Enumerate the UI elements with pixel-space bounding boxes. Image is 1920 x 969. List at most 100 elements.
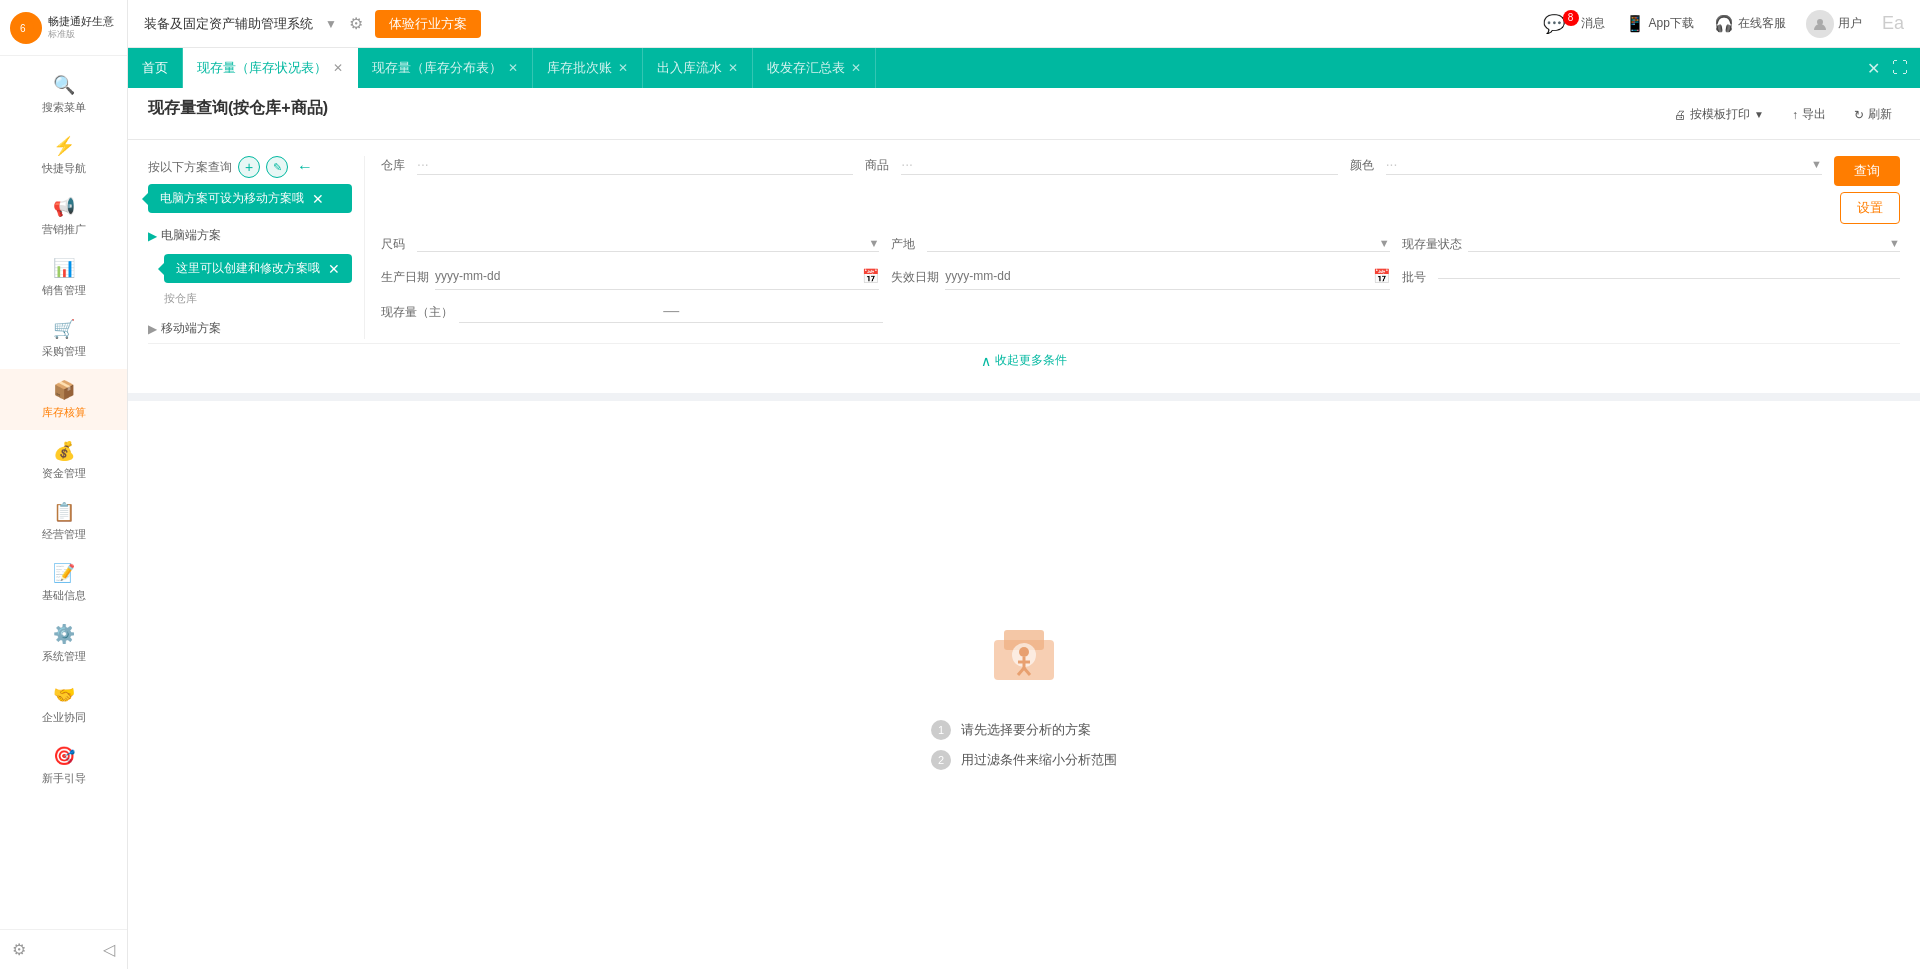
- trial-btn[interactable]: 体验行业方案: [375, 10, 481, 38]
- app-logo: 6 畅捷通好生意 标准版: [0, 0, 127, 56]
- scheme-item-mobile[interactable]: ▶ 移动端方案: [148, 318, 352, 339]
- stock-status-label: 现存量状态: [1402, 236, 1462, 253]
- tab-inventory-status[interactable]: 现存量（库存状况表） ✕: [183, 48, 358, 88]
- logo-text: 畅捷通好生意: [48, 14, 114, 28]
- collapse-sidebar-icon[interactable]: ◁: [103, 940, 115, 959]
- settings-btn[interactable]: ⚙: [349, 14, 363, 33]
- headset-icon: 🎧: [1714, 14, 1734, 33]
- sidebar-item-label: 资金管理: [42, 466, 86, 481]
- tab-close-icon[interactable]: ✕: [508, 61, 518, 75]
- main-area: 装备及固定资产辅助管理系统 ▼ ⚙ 体验行业方案 💬 8 消息 📱 App下载 …: [128, 0, 1920, 969]
- tab-label: 现存量（库存状况表）: [197, 59, 327, 77]
- sidebar-item-guide[interactable]: 🎯 新手引导: [0, 735, 127, 796]
- scheme-tooltip2: 这里可以创建和修改方案哦 ✕: [164, 254, 352, 283]
- tooltip-close-btn[interactable]: ✕: [312, 191, 324, 207]
- sidebar-item-ops[interactable]: 📋 经营管理: [0, 491, 127, 552]
- query-btn[interactable]: 查询: [1834, 156, 1900, 186]
- sidebar-item-marketing[interactable]: 📢 营销推广: [0, 186, 127, 247]
- sidebar-item-system[interactable]: ⚙️ 系统管理: [0, 613, 127, 674]
- sidebar-item-label: 采购管理: [42, 344, 86, 359]
- color-dots[interactable]: ···: [1386, 156, 1398, 172]
- reset-btn[interactable]: 设置: [1840, 192, 1900, 224]
- tab-close-icon[interactable]: ✕: [851, 61, 861, 75]
- refresh-btn[interactable]: ↻ 刷新: [1846, 102, 1900, 127]
- filter-scheme-label: 按以下方案查询: [148, 159, 232, 176]
- collapse-bar[interactable]: ∧ 收起更多条件: [148, 343, 1900, 377]
- add-scheme-btn[interactable]: +: [238, 156, 260, 178]
- tab-home[interactable]: 首页: [128, 48, 183, 88]
- tab-close-icon[interactable]: ✕: [728, 61, 738, 75]
- settings-icon[interactable]: ⚙: [12, 940, 26, 959]
- size-chevron[interactable]: ▼: [868, 237, 879, 249]
- tab-batch[interactable]: 库存批次账 ✕: [533, 48, 643, 88]
- tooltip2-close-btn[interactable]: ✕: [328, 261, 340, 277]
- avatar: [1806, 10, 1834, 38]
- close-all-tabs-icon[interactable]: ✕: [1863, 55, 1884, 82]
- header-left: 装备及固定资产辅助管理系统 ▼ ⚙ 体验行业方案: [144, 10, 481, 38]
- edit-scheme-btn[interactable]: ✎: [266, 156, 288, 178]
- app-download-btn[interactable]: 📱 App下载: [1625, 14, 1694, 33]
- tab-home-label: 首页: [142, 59, 168, 77]
- step2-text: 用过滤条件来缩小分析范围: [961, 751, 1117, 769]
- sidebar-item-purchase[interactable]: 🛒 采购管理: [0, 308, 127, 369]
- search-icon: 🔍: [53, 74, 75, 96]
- sidebar-item-collab[interactable]: 🤝 企业协同: [0, 674, 127, 735]
- tab-close-icon[interactable]: ✕: [618, 61, 628, 75]
- logo-icon: 6: [10, 12, 42, 44]
- color-chevron[interactable]: ▼: [1811, 158, 1822, 170]
- tabs-bar: 首页 现存量（库存状况表） ✕ 现存量（库存分布表） ✕ 库存批次账 ✕ 出入库…: [128, 48, 1920, 88]
- tab-inout[interactable]: 出入库流水 ✕: [643, 48, 753, 88]
- user-btn[interactable]: 用户: [1806, 10, 1862, 38]
- scheme-tooltip2-text: 这里可以创建和修改方案哦: [176, 260, 320, 277]
- sidebar-nav: 🔍 搜索菜单 ⚡ 快捷导航 📢 营销推广 📊 销售管理 🛒 采购管理 📦 库存核…: [0, 56, 127, 929]
- tab-inventory-dist[interactable]: 现存量（库存分布表） ✕: [358, 48, 533, 88]
- cart-icon: 🛒: [53, 318, 75, 340]
- sidebar-item-inventory[interactable]: 📦 库存核算: [0, 369, 127, 430]
- tab-summary[interactable]: 收发存汇总表 ✕: [753, 48, 876, 88]
- step1-text: 请先选择要分析的方案: [961, 721, 1091, 739]
- tab-close-icon[interactable]: ✕: [333, 61, 343, 75]
- header-right: 💬 8 消息 📱 App下载 🎧 在线客服 用户 Ea: [1543, 10, 1904, 38]
- page-title: 现存量查询(按仓库+商品): [148, 98, 328, 119]
- stock-status-chevron[interactable]: ▼: [1889, 237, 1900, 249]
- export-btn[interactable]: ↑ 导出: [1784, 102, 1834, 127]
- scheme-tooltip: 电脑方案可设为移动方案哦 ✕: [148, 184, 352, 213]
- warehouse-dots[interactable]: ···: [417, 156, 429, 172]
- scheme-item-pc[interactable]: ▶ 电脑端方案: [148, 225, 352, 246]
- size-label: 尺码: [381, 236, 411, 253]
- goods-label: 商品: [865, 157, 895, 174]
- origin-chevron[interactable]: ▼: [1379, 237, 1390, 249]
- money-icon: 💰: [53, 440, 75, 462]
- expire-date-calendar-icon[interactable]: 📅: [1373, 268, 1390, 284]
- message-icon: 💬: [1543, 13, 1565, 35]
- print-btn[interactable]: 🖨 按模板打印 ▼: [1666, 102, 1772, 127]
- svg-text:6: 6: [20, 23, 26, 34]
- sidebar-item-label: 企业协同: [42, 710, 86, 725]
- gear-icon: ⚙️: [53, 623, 75, 645]
- prod-date-calendar-icon[interactable]: 📅: [862, 268, 879, 284]
- sidebar-item-quicknav[interactable]: ⚡ 快捷导航: [0, 125, 127, 186]
- sidebar-item-basic[interactable]: 📝 基础信息: [0, 552, 127, 613]
- maximize-icon[interactable]: ⛶: [1888, 55, 1912, 81]
- sidebar-item-finance[interactable]: 💰 资金管理: [0, 430, 127, 491]
- empty-step-2: 2 用过滤条件来缩小分析范围: [931, 750, 1117, 770]
- sidebar-footer: ⚙ ◁: [0, 929, 127, 969]
- message-btn[interactable]: 💬 8 消息: [1543, 13, 1605, 35]
- expire-date-input[interactable]: [945, 265, 1372, 287]
- prev-scheme-btn[interactable]: ←: [294, 156, 316, 178]
- prod-date-label: 生产日期: [381, 269, 429, 286]
- logo-badge: 标准版: [48, 28, 114, 41]
- header-dropdown-icon[interactable]: ▼: [325, 17, 337, 31]
- message-badge: 8: [1563, 10, 1579, 26]
- sidebar-item-search[interactable]: 🔍 搜索菜单: [0, 64, 127, 125]
- empty-steps: 1 请先选择要分析的方案 2 用过滤条件来缩小分析范围: [931, 720, 1117, 770]
- online-support-btn[interactable]: 🎧 在线客服: [1714, 14, 1786, 33]
- empty-step-1: 1 请先选择要分析的方案: [931, 720, 1117, 740]
- sidebar-item-label: 搜索菜单: [42, 100, 86, 115]
- megaphone-icon: 📢: [53, 196, 75, 218]
- sidebar-item-sales[interactable]: 📊 销售管理: [0, 247, 127, 308]
- prod-date-input[interactable]: [435, 265, 862, 287]
- goods-dots[interactable]: ···: [901, 156, 913, 172]
- print-label: 按模板打印: [1690, 106, 1750, 123]
- target-icon: 🎯: [53, 745, 75, 767]
